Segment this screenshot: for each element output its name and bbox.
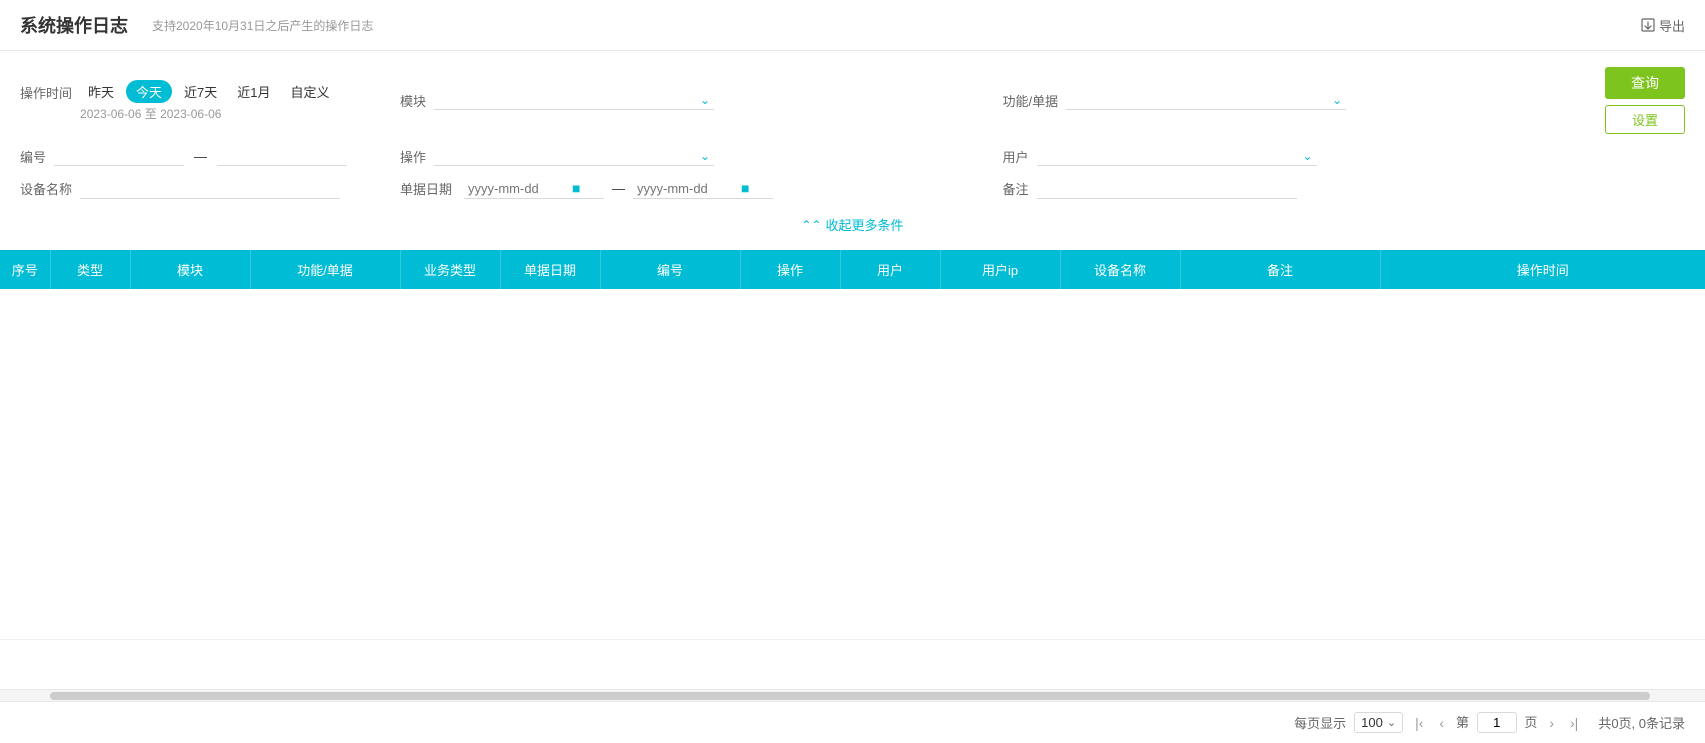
page-next-button[interactable]: › [1545, 713, 1558, 733]
col-date: 单据日期 [500, 250, 600, 289]
device-input[interactable] [80, 179, 340, 199]
filter-area: 操作时间 昨天 今天 近7天 近1月 自定义 2023-06-06 至 2023… [0, 51, 1705, 250]
module-arrow-icon: ⌄ [700, 93, 710, 107]
time-label: 操作时间 [20, 83, 72, 102]
time-btn-custom[interactable]: 自定义 [283, 80, 338, 103]
col-type: 类型 [50, 250, 130, 289]
func-arrow-icon: ⌄ [1332, 93, 1342, 107]
col-number: 编号 [600, 250, 740, 289]
export-icon [1641, 18, 1655, 32]
number-label: 编号 [20, 147, 46, 166]
col-operation: 操作 [740, 250, 840, 289]
date-to-field[interactable] [637, 181, 737, 196]
number-input-from[interactable] [54, 146, 184, 166]
operation-label: 操作 [400, 147, 426, 166]
time-btn-1month[interactable]: 近1月 [229, 80, 278, 103]
col-index: 序号 [0, 250, 50, 289]
table-header: 序号 类型 模块 功能/单据 业务类型 单据日期 编号 操作 用户 用户ip 设… [0, 250, 1705, 289]
page-info: 第 页 [1456, 712, 1537, 733]
action-buttons: 查询 设置 [1605, 67, 1685, 134]
date-input-from[interactable]: ■ [464, 178, 604, 199]
col-user-ip: 用户ip [940, 250, 1060, 289]
user-select[interactable]: ⌄ [1037, 147, 1317, 166]
col-remark: 备注 [1180, 250, 1380, 289]
module-label: 模块 [400, 91, 426, 110]
page-size-value: 100 [1361, 715, 1383, 730]
page-size-select[interactable]: 100 ⌄ [1354, 712, 1403, 733]
number-input-to[interactable] [217, 146, 347, 166]
func-label: 功能/单据 [1003, 91, 1059, 110]
user-arrow-icon: ⌄ [1302, 149, 1312, 163]
time-buttons: 昨天 今天 近7天 近1月 自定义 [80, 80, 338, 103]
table-body [0, 289, 1705, 639]
empty-cell [0, 289, 1705, 639]
collapse-button[interactable]: ⌃⌃ 收起更多条件 [801, 215, 903, 234]
col-user: 用户 [840, 250, 940, 289]
pagination: 每页显示 100 ⌄ |‹ ‹ 第 页 › ›| 共0页, 0条记录 [0, 701, 1705, 743]
collapse-label: 收起更多条件 [826, 215, 904, 234]
scroll-thumb[interactable] [50, 692, 1650, 700]
number-dash: — [194, 149, 207, 164]
data-table: 序号 类型 模块 功能/单据 业务类型 单据日期 编号 操作 用户 用户ip 设… [0, 250, 1705, 640]
page-size-arrow-icon: ⌄ [1387, 716, 1396, 729]
page-title: 系统操作日志 [20, 12, 128, 38]
time-btn-today[interactable]: 今天 [126, 80, 172, 103]
calendar-from-icon[interactable]: ■ [572, 180, 580, 196]
export-button[interactable]: 导出 [1641, 16, 1685, 35]
remark-input[interactable] [1037, 179, 1297, 199]
date-from-field[interactable] [468, 181, 568, 196]
func-select[interactable]: ⌄ [1066, 91, 1346, 110]
page-container: 系统操作日志 支持2020年10月31日之后产生的操作日志 导出 操作时间 昨天… [0, 0, 1705, 743]
remark-label: 备注 [1003, 179, 1029, 198]
collapse-row: ⌃⌃ 收起更多条件 [20, 211, 1685, 242]
export-label: 导出 [1659, 16, 1685, 35]
filter-row-2: 编号 — 操作 ⌄ 用户 ⌄ [20, 146, 1685, 166]
settings-button[interactable]: 设置 [1605, 105, 1685, 134]
filter-row-3: 设备名称 单据日期 ■ — ■ 备注 [20, 178, 1685, 199]
filter-row-1: 操作时间 昨天 今天 近7天 近1月 自定义 2023-06-06 至 2023… [20, 67, 1685, 134]
col-device: 设备名称 [1060, 250, 1180, 289]
page-unit: 页 [1524, 715, 1537, 730]
time-range: 2023-06-06 至 2023-06-06 [80, 105, 338, 122]
page-size-label: 每页显示 [1294, 713, 1346, 732]
query-button[interactable]: 查询 [1605, 67, 1685, 99]
page-header: 系统操作日志 支持2020年10月31日之后产生的操作日志 导出 [0, 0, 1705, 51]
col-module: 模块 [130, 250, 250, 289]
date-input-to[interactable]: ■ [633, 178, 773, 199]
time-btn-7days[interactable]: 近7天 [176, 80, 225, 103]
page-last-button[interactable]: ›| [1566, 713, 1582, 733]
date-label: 单据日期 [400, 179, 456, 198]
table-container: 序号 类型 模块 功能/单据 业务类型 单据日期 编号 操作 用户 用户ip 设… [0, 250, 1705, 689]
time-section: 昨天 今天 近7天 近1月 自定义 2023-06-06 至 2023-06-0… [80, 80, 338, 122]
page-subtitle: 支持2020年10月31日之后产生的操作日志 [152, 17, 373, 34]
table-header-row: 序号 类型 模块 功能/单据 业务类型 单据日期 编号 操作 用户 用户ip 设… [0, 250, 1705, 289]
main-content: 序号 类型 模块 功能/单据 业务类型 单据日期 编号 操作 用户 用户ip 设… [0, 250, 1705, 743]
collapse-icon: ⌃⌃ [801, 218, 821, 232]
module-select[interactable]: ⌄ [434, 91, 714, 110]
page-first-button[interactable]: |‹ [1411, 713, 1427, 733]
horizontal-scrollbar[interactable] [0, 689, 1705, 701]
page-prev-button[interactable]: ‹ [1435, 713, 1448, 733]
date-dash: — [612, 181, 625, 196]
calendar-to-icon[interactable]: ■ [741, 180, 749, 196]
operation-select[interactable]: ⌄ [434, 147, 714, 166]
col-biz-type: 业务类型 [400, 250, 500, 289]
operation-arrow-icon: ⌄ [700, 149, 710, 163]
empty-row [0, 289, 1705, 639]
time-btn-yesterday[interactable]: 昨天 [80, 80, 122, 103]
device-label: 设备名称 [20, 179, 72, 198]
total-info: 共0页, 0条记录 [1598, 713, 1685, 732]
page-input[interactable] [1477, 712, 1517, 733]
col-op-time: 操作时间 [1380, 250, 1705, 289]
user-label: 用户 [1003, 147, 1029, 166]
page-label: 第 [1456, 715, 1469, 730]
col-func: 功能/单据 [250, 250, 400, 289]
